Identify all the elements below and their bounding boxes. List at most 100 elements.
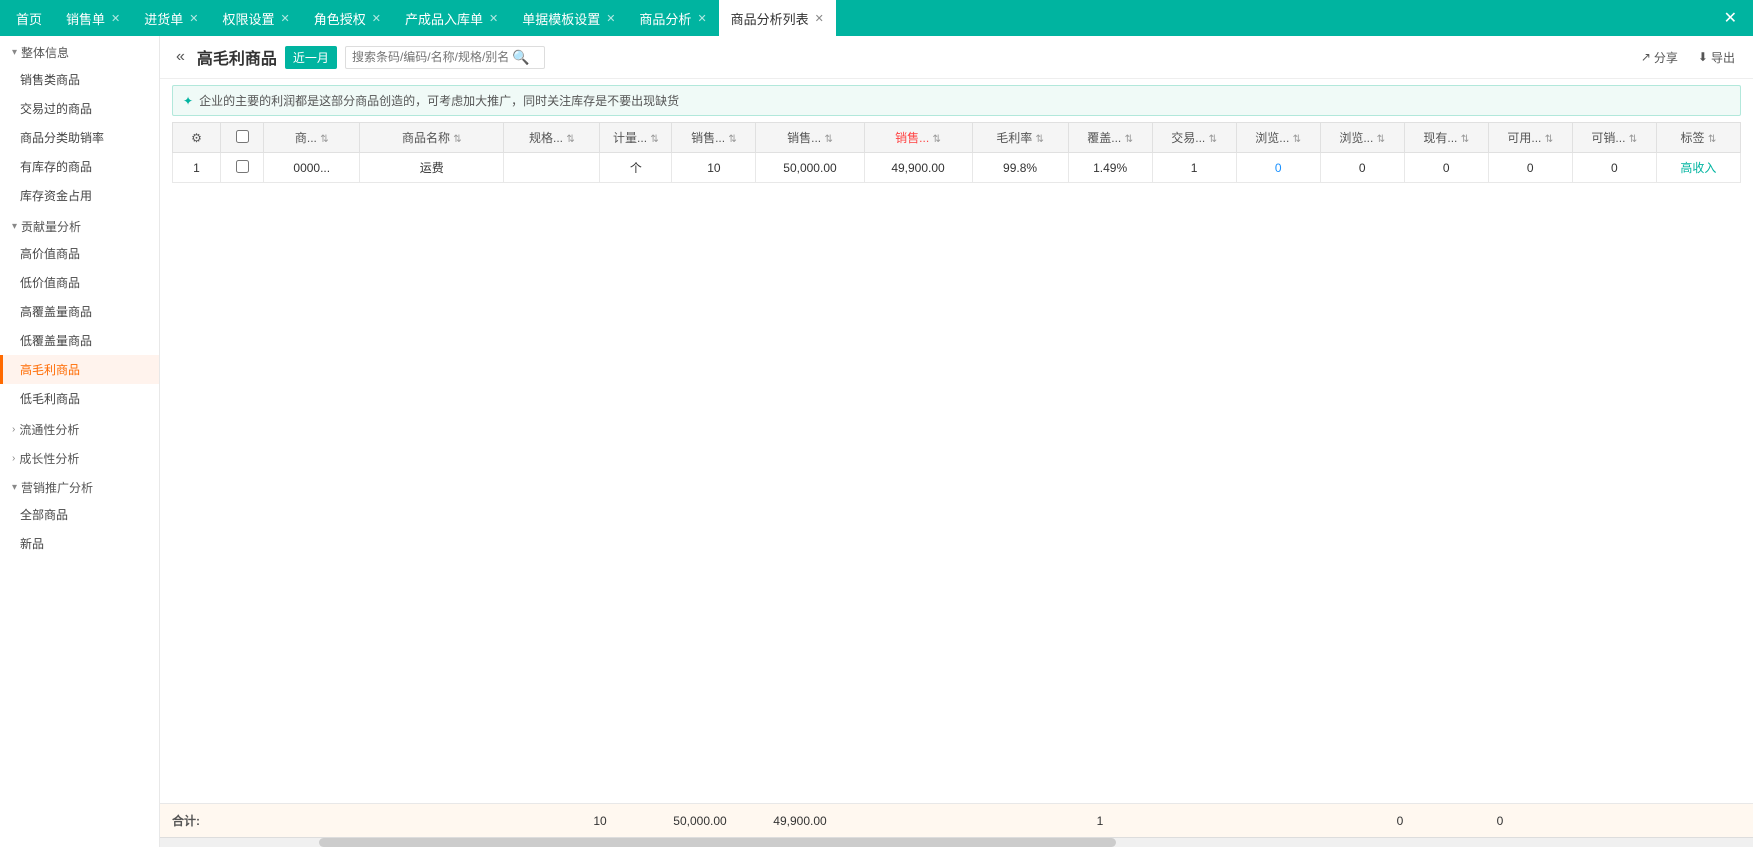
sidebar-item-high-margin[interactable]: 高毛利商品	[0, 355, 159, 384]
nav-close-purchase[interactable]: ✕	[189, 12, 198, 25]
row-sales-amt: 50,000.00	[756, 153, 864, 183]
nav-close-product-stock[interactable]: ✕	[489, 12, 498, 25]
col-sales-amt[interactable]: 销售... ⇅	[756, 123, 864, 153]
content-area: « 高毛利商品 近一月 🔍 ↗ 分享 ⬇ 导出 ✦ 企业的主要	[160, 36, 1753, 847]
col-stock-sale[interactable]: 可销... ⇅	[1572, 123, 1656, 153]
sidebar-group-marketing[interactable]: ▾ 营销推广分析	[0, 471, 159, 500]
row-tag: 高收入	[1656, 153, 1740, 183]
share-button[interactable]: ↗ 分享	[1635, 46, 1684, 69]
top-nav: 首页 销售单 ✕ 进货单 ✕ 权限设置 ✕ 角色授权 ✕ 产成品入库单 ✕ 单据…	[0, 0, 1753, 36]
sidebar: ▾ 整体信息 销售类商品 交易过的商品 商品分类助销率 有库存的商品 库存资金占…	[0, 36, 160, 847]
nav-close-role[interactable]: ✕	[372, 12, 381, 25]
sidebar-item-stocked-goods[interactable]: 有库存的商品	[0, 152, 159, 181]
search-box: 🔍	[345, 46, 545, 69]
row-gross-rate: 99.8%	[972, 153, 1068, 183]
sidebar-item-low-value[interactable]: 低价值商品	[0, 268, 159, 297]
sidebar-group-liquidity[interactable]: › 流通性分析	[0, 413, 159, 442]
col-name[interactable]: 商品名称 ⇅	[360, 123, 504, 153]
arrow-liquidity: ›	[12, 424, 15, 435]
footer-label: 合计:	[172, 812, 200, 829]
col-gross-rate[interactable]: 毛利率 ⇅	[972, 123, 1068, 153]
sidebar-item-stock-capital[interactable]: 库存资金占用	[0, 181, 159, 210]
share-icon: ↗	[1641, 50, 1651, 64]
col-tag[interactable]: 标签 ⇅	[1656, 123, 1740, 153]
nav-role[interactable]: 角色授权 ✕	[302, 0, 393, 36]
row-unit: 个	[600, 153, 672, 183]
row-views1[interactable]: 0	[1236, 153, 1320, 183]
row-checkbox[interactable]	[221, 153, 264, 183]
col-views1[interactable]: 浏览... ⇅	[1236, 123, 1320, 153]
nav-close-sales[interactable]: ✕	[111, 12, 120, 25]
select-all-checkbox[interactable]	[236, 130, 249, 143]
sidebar-item-new-goods[interactable]: 新品	[0, 529, 159, 558]
row-sales-qty: 10	[672, 153, 756, 183]
footer-transactions: 1	[1060, 814, 1140, 828]
nav-close-template[interactable]: ✕	[606, 12, 615, 25]
col-spec[interactable]: 规格... ⇅	[504, 123, 600, 153]
col-code[interactable]: 商... ⇅	[264, 123, 360, 153]
sidebar-item-sales-goods[interactable]: 销售类商品	[0, 65, 159, 94]
row-stock-now: 0	[1404, 153, 1488, 183]
sidebar-collapse-button[interactable]: «	[172, 44, 189, 70]
col-coverage[interactable]: 覆盖... ⇅	[1068, 123, 1152, 153]
search-input[interactable]	[352, 50, 512, 64]
sidebar-item-category-rate[interactable]: 商品分类助销率	[0, 123, 159, 152]
info-bar: ✦ 企业的主要的利润都是这部分商品创造的，可考虑加大推广，同时关注库存是不要出现…	[172, 85, 1741, 116]
nav-close-analysis[interactable]: ✕	[697, 12, 706, 25]
sidebar-item-all-goods[interactable]: 全部商品	[0, 500, 159, 529]
table-footer: 合计: 10 50,000.00 49,900.00 1 0 0	[160, 803, 1753, 837]
col-unit[interactable]: 计量... ⇅	[600, 123, 672, 153]
row-coverage: 1.49%	[1068, 153, 1152, 183]
row-sales-profit: 49,900.00	[864, 153, 972, 183]
arrow-marketing: ▾	[12, 482, 17, 493]
footer-sales-amt: 50,000.00	[660, 814, 740, 828]
table-container: ⚙ 商... ⇅ 商品名称 ⇅ 规格... ⇅ 计量... ⇅ 销售... ⇅ …	[160, 122, 1753, 803]
nav-permission[interactable]: 权限设置 ✕	[210, 0, 301, 36]
arrow-contribution: ▾	[12, 221, 17, 232]
nav-close-permission[interactable]: ✕	[281, 12, 290, 25]
footer-sales-profit: 49,900.00	[760, 814, 840, 828]
horizontal-scrollbar[interactable]	[160, 837, 1753, 847]
page-title: 高毛利商品	[197, 45, 277, 69]
arrow-overall: ▾	[12, 47, 17, 58]
header-actions: ↗ 分享 ⬇ 导出	[1635, 46, 1741, 69]
nav-product-analysis-list[interactable]: 商品分析列表 ✕	[719, 0, 836, 36]
footer-stock-avail: 0	[1460, 814, 1540, 828]
sidebar-group-contribution[interactable]: ▾ 贡献量分析	[0, 210, 159, 239]
sidebar-item-low-coverage[interactable]: 低覆盖量商品	[0, 326, 159, 355]
col-views2[interactable]: 浏览... ⇅	[1320, 123, 1404, 153]
search-icon[interactable]: 🔍	[512, 49, 529, 66]
col-sales-profit[interactable]: 销售... ⇅	[864, 123, 972, 153]
col-checkbox[interactable]	[221, 123, 264, 153]
col-sales-qty[interactable]: 销售... ⇅	[672, 123, 756, 153]
nav-close-analysis-list[interactable]: ✕	[815, 12, 824, 25]
sidebar-item-high-value[interactable]: 高价值商品	[0, 239, 159, 268]
window-close-button[interactable]: ✕	[1712, 8, 1749, 28]
col-settings[interactable]: ⚙	[173, 123, 221, 153]
nav-sales-order[interactable]: 销售单 ✕	[54, 0, 132, 36]
footer-stock-now: 0	[1360, 814, 1440, 828]
export-icon: ⬇	[1698, 50, 1708, 64]
row-spec	[504, 153, 600, 183]
sidebar-group-overall[interactable]: ▾ 整体信息	[0, 36, 159, 65]
nav-purchase[interactable]: 进货单 ✕	[132, 0, 210, 36]
nav-template[interactable]: 单据模板设置 ✕	[510, 0, 627, 36]
nav-product-analysis[interactable]: 商品分析 ✕	[627, 0, 718, 36]
nav-product-stock[interactable]: 产成品入库单 ✕	[393, 0, 510, 36]
footer-sales-qty: 10	[560, 814, 640, 828]
sidebar-item-traded-goods[interactable]: 交易过的商品	[0, 94, 159, 123]
col-stock-now[interactable]: 现有... ⇅	[1404, 123, 1488, 153]
sidebar-group-growth[interactable]: › 成长性分析	[0, 442, 159, 471]
sidebar-item-low-margin[interactable]: 低毛利商品	[0, 384, 159, 413]
row-stock-sale: 0	[1572, 153, 1656, 183]
period-button[interactable]: 近一月	[285, 46, 337, 69]
row-stock-avail: 0	[1488, 153, 1572, 183]
info-text: 企业的主要的利润都是这部分商品创造的，可考虑加大推广，同时关注库存是不要出现缺货	[199, 92, 679, 109]
col-stock-avail[interactable]: 可用... ⇅	[1488, 123, 1572, 153]
col-transactions[interactable]: 交易... ⇅	[1152, 123, 1236, 153]
export-button[interactable]: ⬇ 导出	[1692, 46, 1741, 69]
sidebar-item-high-coverage[interactable]: 高覆盖量商品	[0, 297, 159, 326]
row-code: 0000...	[264, 153, 360, 183]
table-row: 1 0000... 运费 个 10 50,000.00 49,900.00 99…	[173, 153, 1741, 183]
nav-home[interactable]: 首页	[4, 0, 54, 36]
